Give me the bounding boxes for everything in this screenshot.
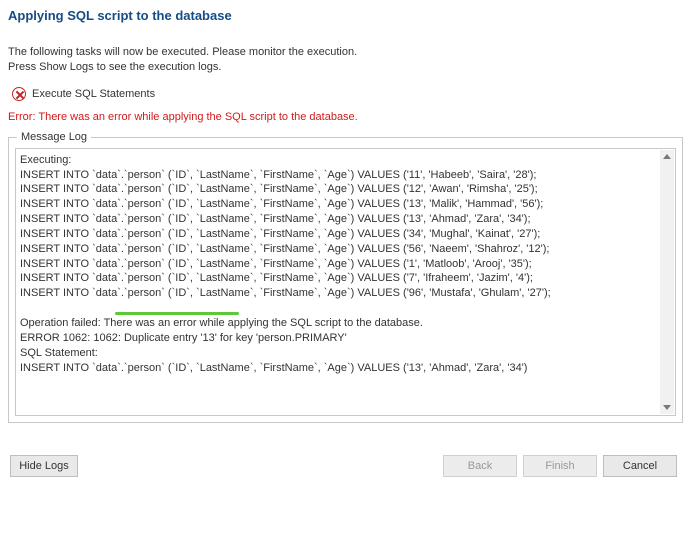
scroll-down-icon[interactable] [663, 405, 671, 410]
error-icon [12, 87, 26, 101]
task-label: Execute SQL Statements [32, 88, 155, 100]
highlight-underline [115, 312, 239, 315]
back-button: Back [443, 455, 517, 477]
message-log-group: Message Log Executing: INSERT INTO `data… [8, 137, 683, 423]
finish-button: Finish [523, 455, 597, 477]
task-row: Execute SQL Statements [12, 87, 683, 101]
error-banner: Error: There was an error while applying… [8, 111, 683, 123]
scroll-up-icon[interactable] [663, 154, 671, 159]
cancel-button[interactable]: Cancel [603, 455, 677, 477]
message-log-area[interactable]: Executing: INSERT INTO `data`.`person` (… [15, 148, 676, 416]
intro-text-2: Press Show Logs to see the execution log… [8, 60, 683, 75]
hide-logs-button[interactable]: Hide Logs [10, 455, 78, 477]
scrollbar[interactable] [660, 150, 674, 414]
intro-text-1: The following tasks will now be executed… [8, 45, 683, 60]
message-log-text: Executing: INSERT INTO `data`.`person` (… [20, 153, 659, 376]
footer-bar: Hide Logs Back Finish Cancel [8, 445, 683, 477]
page-title: Applying SQL script to the database [8, 8, 683, 23]
message-log-legend: Message Log [17, 131, 91, 143]
